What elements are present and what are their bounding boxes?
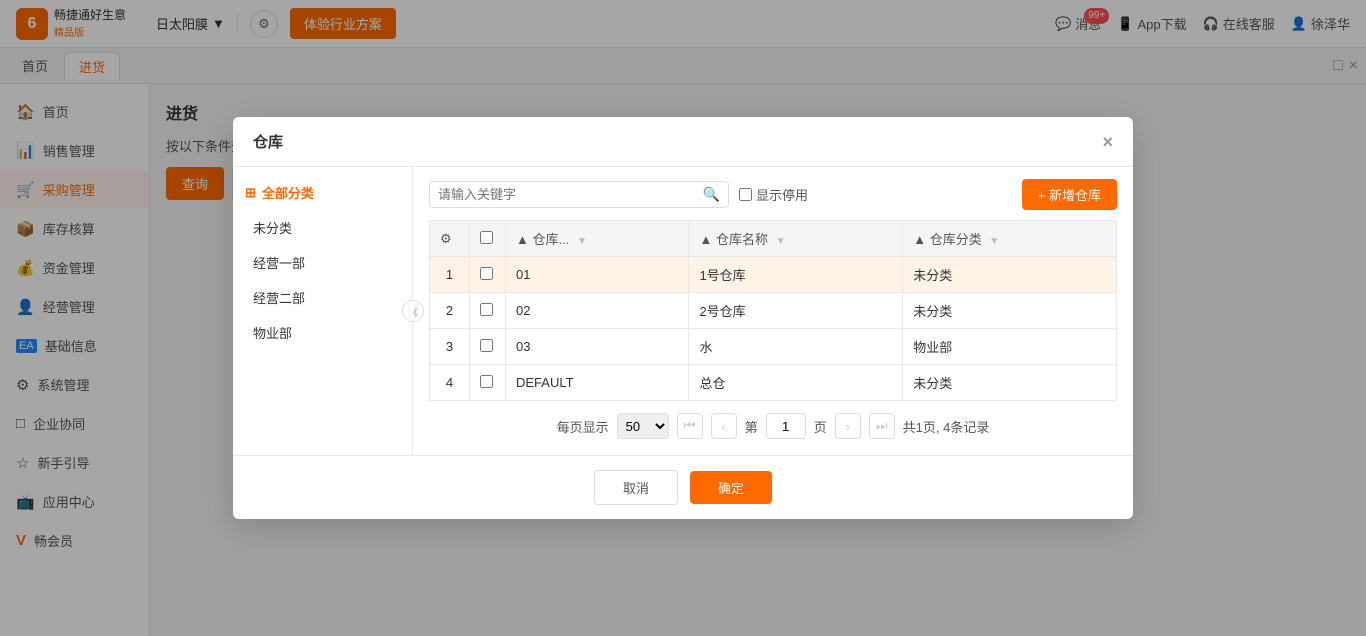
row-category: 未分类	[903, 257, 1117, 293]
row-name: 1号仓库	[689, 257, 903, 293]
table-row[interactable]: 2 02 2号仓库 未分类	[430, 293, 1117, 329]
search-box: 🔍	[429, 181, 729, 208]
category-header-label: 全部分类	[262, 183, 314, 202]
row-name: 2号仓库	[689, 293, 903, 329]
modal-close-button[interactable]: ×	[1102, 133, 1113, 151]
per-page-label: 每页显示	[557, 417, 609, 436]
table-row[interactable]: 3 03 水 物业部	[430, 329, 1117, 365]
search-input[interactable]	[438, 187, 703, 202]
col-name-sort-icon: ▲	[699, 232, 712, 247]
warehouse-table: ⚙ ▲ 仓库... ▼ ▲ 仓库名称 ▼	[429, 220, 1117, 401]
pagination: 每页显示 50 100 ⏮ ‹ 第 页 › ⏭ 共	[429, 401, 1117, 443]
row-check	[470, 257, 506, 293]
row-name: 总仓	[689, 365, 903, 401]
category-panel: ⊞ 全部分类 未分类 经营一部 经营二部 物业部 《	[233, 167, 413, 455]
row-category: 未分类	[903, 293, 1117, 329]
col-code-header: ▲ 仓库... ▼	[506, 221, 689, 257]
table-toolbar: 🔍 显示停用 + 新增仓库	[429, 179, 1117, 210]
next-page-button[interactable]: ›	[835, 413, 861, 439]
row-check	[470, 293, 506, 329]
table-panel: 🔍 显示停用 + 新增仓库 ⚙	[413, 167, 1133, 455]
category-header[interactable]: ⊞ 全部分类	[233, 175, 412, 210]
row-checkbox[interactable]	[480, 339, 493, 352]
row-name: 水	[689, 329, 903, 365]
add-warehouse-button[interactable]: + 新增仓库	[1022, 179, 1117, 210]
search-icon: 🔍	[703, 186, 720, 203]
row-check	[470, 329, 506, 365]
page-unit: 页	[814, 417, 827, 436]
total-info: 共1页, 4条记录	[903, 417, 990, 436]
page-number-input[interactable]	[766, 413, 806, 439]
collapse-category-button[interactable]: 《	[402, 300, 424, 322]
col-cat-sort-icon: ▲	[913, 232, 926, 247]
col-code-sort-icon: ▲	[516, 232, 529, 247]
row-code: 02	[506, 293, 689, 329]
show-disabled-checkbox[interactable]	[739, 188, 752, 201]
modal-header: 仓库 ×	[233, 117, 1133, 167]
modal-title: 仓库	[253, 131, 283, 152]
category-item-dept2[interactable]: 经营二部	[233, 280, 412, 315]
row-category: 未分类	[903, 365, 1117, 401]
row-num: 3	[430, 329, 470, 365]
category-item-dept1[interactable]: 经营一部	[233, 245, 412, 280]
last-page-button[interactable]: ⏭	[869, 413, 895, 439]
row-check	[470, 365, 506, 401]
confirm-button[interactable]: 确定	[690, 471, 772, 504]
row-code: 03	[506, 329, 689, 365]
table-row[interactable]: 4 DEFAULT 总仓 未分类	[430, 365, 1117, 401]
row-code: DEFAULT	[506, 365, 689, 401]
show-disabled-label[interactable]: 显示停用	[739, 185, 808, 204]
row-num: 2	[430, 293, 470, 329]
row-checkbox[interactable]	[480, 375, 493, 388]
row-num: 1	[430, 257, 470, 293]
category-item-property[interactable]: 物业部	[233, 315, 412, 350]
modal-footer: 取消 确定	[233, 455, 1133, 519]
first-page-button[interactable]: ⏮	[677, 413, 703, 439]
warehouse-modal: 仓库 × ⊞ 全部分类 未分类 经营一部 经营二部 物业部	[233, 117, 1133, 519]
row-code: 01	[506, 257, 689, 293]
main-content: 进货 按以下条件查询 查询 设置 仓库 × ⊞	[150, 84, 1366, 636]
per-page-select[interactable]: 50 100	[617, 413, 669, 439]
col-category-header: ▲ 仓库分类 ▼	[903, 221, 1117, 257]
col-name-header: ▲ 仓库名称 ▼	[689, 221, 903, 257]
row-checkbox[interactable]	[480, 303, 493, 316]
col-check	[470, 221, 506, 257]
show-disabled-text: 显示停用	[756, 185, 808, 204]
table-row[interactable]: 1 01 1号仓库 未分类	[430, 257, 1117, 293]
main-layout: 🏠 首页 📊 销售管理 🛒 采购管理 📦 库存核算 💰 资金管理 👤 经营管理 …	[0, 84, 1366, 636]
grid-icon: ⊞	[245, 185, 256, 201]
col-gear: ⚙	[430, 221, 470, 257]
modal-body: ⊞ 全部分类 未分类 经营一部 经营二部 物业部 《	[233, 167, 1133, 455]
page-label: 第	[745, 417, 758, 436]
row-num: 4	[430, 365, 470, 401]
row-category: 物业部	[903, 329, 1117, 365]
category-item-uncategorized[interactable]: 未分类	[233, 210, 412, 245]
prev-page-button[interactable]: ‹	[711, 413, 737, 439]
modal-overlay: 仓库 × ⊞ 全部分类 未分类 经营一部 经营二部 物业部	[150, 84, 1366, 636]
cancel-button[interactable]: 取消	[594, 470, 678, 505]
select-all-checkbox[interactable]	[480, 231, 493, 244]
row-checkbox[interactable]	[480, 267, 493, 280]
